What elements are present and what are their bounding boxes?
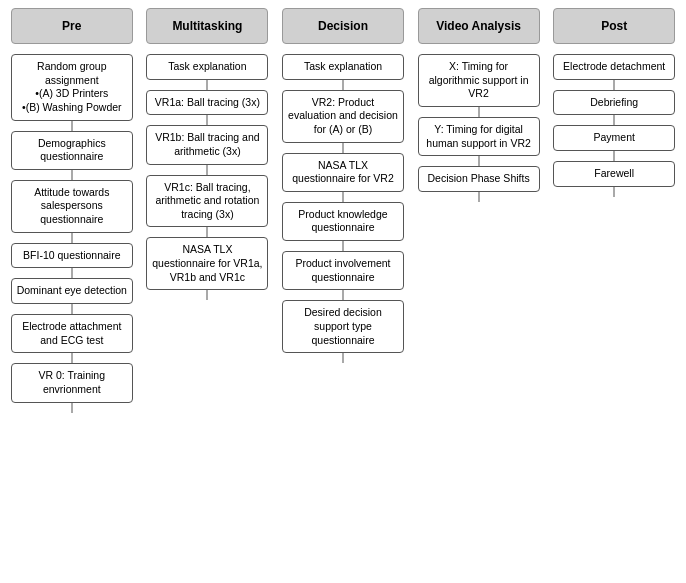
box-decision-2: NASA TLX questionnaire for VR2 — [282, 153, 404, 192]
column-pre: Pre Random group assignment •(A) 3D Print… — [4, 8, 140, 575]
list-item: Decision Phase Shifts — [411, 166, 547, 198]
list-item: VR1a: Ball tracing (3x) — [140, 90, 276, 122]
header-decision: Decision — [282, 8, 404, 44]
header-video-analysis: Video Analysis — [418, 8, 540, 44]
items-multitasking: Task explanation VR1a: Ball tracing (3x) V… — [140, 54, 276, 300]
box-post-1: Debriefing — [553, 90, 675, 116]
box-decision-4: Product involvement questionnaire — [282, 251, 404, 290]
box-multitasking-2: VR1b: Ball tracing and arithmetic (3x) — [146, 125, 268, 164]
items-video-analysis: X: Timing for algorithmic support in VR2… — [411, 54, 547, 202]
list-item: Product knowledge questionnaire — [275, 202, 411, 247]
items-decision: Task explanation VR2: Product evaluation … — [275, 54, 411, 363]
box-decision-3: Product knowledge questionnaire — [282, 202, 404, 241]
list-item: VR2: Product evaluation and decision for… — [275, 90, 411, 149]
list-item: VR1b: Ball tracing and arithmetic (3x) — [140, 125, 276, 170]
list-item: BFI-10 questionnaire — [4, 243, 140, 275]
header-multitasking: Multitasking — [146, 8, 268, 44]
column-post: Post Electrode detachment Debriefing Paymen… — [546, 8, 682, 575]
list-item: Dominant eye detection — [4, 278, 140, 310]
box-decision-0: Task explanation — [282, 54, 404, 80]
diagram: Pre Random group assignment •(A) 3D Print… — [0, 0, 686, 583]
list-item: NASA TLX questionnaire for VR2 — [275, 153, 411, 198]
list-item: Task explanation — [140, 54, 276, 86]
items-pre: Random group assignment •(A) 3D Printers… — [4, 54, 140, 413]
box-multitasking-3: VR1c: Ball tracing, arithmetic and rotat… — [146, 175, 268, 228]
box-post-0: Electrode detachment — [553, 54, 675, 80]
box-video-analysis-0: X: Timing for algorithmic support in VR2 — [418, 54, 540, 107]
header-post: Post — [553, 8, 675, 44]
list-item: Y: Timing for digital human support in V… — [411, 117, 547, 162]
box-post-3: Farewell — [553, 161, 675, 187]
list-item: Electrode attachment and ECG test — [4, 314, 140, 359]
box-multitasking-1: VR1a: Ball tracing (3x) — [146, 90, 268, 116]
list-item: Demographics questionnaire — [4, 131, 140, 176]
list-item: VR 0: Training envrionment — [4, 363, 140, 408]
box-pre-0: Random group assignment •(A) 3D Printers… — [11, 54, 133, 121]
list-item: Attitude towards salespersons questionna… — [4, 180, 140, 239]
list-item: Debriefing — [546, 90, 682, 122]
box-video-analysis-1: Y: Timing for digital human support in V… — [418, 117, 540, 156]
box-pre-3: BFI-10 questionnaire — [11, 243, 133, 269]
list-item: Product involvement questionnaire — [275, 251, 411, 296]
list-item: Task explanation — [275, 54, 411, 86]
box-pre-2: Attitude towards salespersons questionna… — [11, 180, 133, 233]
list-item: Farewell — [546, 161, 682, 193]
box-multitasking-4: NASA TLX questionnaire for VR1a, VR1b an… — [146, 237, 268, 290]
column-video-analysis: Video Analysis X: Timing for algorithmic … — [411, 8, 547, 575]
column-decision: Decision Task explanation VR2: Product eva… — [275, 8, 411, 575]
list-item: VR1c: Ball tracing, arithmetic and rotat… — [140, 175, 276, 234]
box-decision-1: VR2: Product evaluation and decision for… — [282, 90, 404, 143]
box-post-2: Payment — [553, 125, 675, 151]
header-pre: Pre — [11, 8, 133, 44]
box-multitasking-0: Task explanation — [146, 54, 268, 80]
box-pre-1: Demographics questionnaire — [11, 131, 133, 170]
list-item: Random group assignment •(A) 3D Printers… — [4, 54, 140, 127]
list-item: NASA TLX questionnaire for VR1a, VR1b an… — [140, 237, 276, 296]
box-pre-6: VR 0: Training envrionment — [11, 363, 133, 402]
items-post: Electrode detachment Debriefing Payment Far… — [546, 54, 682, 197]
box-pre-5: Electrode attachment and ECG test — [11, 314, 133, 353]
list-item: Payment — [546, 125, 682, 157]
box-video-analysis-2: Decision Phase Shifts — [418, 166, 540, 192]
box-decision-5: Desired decision support type questionna… — [282, 300, 404, 353]
list-item: X: Timing for algorithmic support in VR2 — [411, 54, 547, 113]
box-pre-4: Dominant eye detection — [11, 278, 133, 304]
list-item: Desired decision support type questionna… — [275, 300, 411, 359]
column-multitasking: Multitasking Task explanation VR1a: Ball t… — [140, 8, 276, 575]
list-item: Electrode detachment — [546, 54, 682, 86]
